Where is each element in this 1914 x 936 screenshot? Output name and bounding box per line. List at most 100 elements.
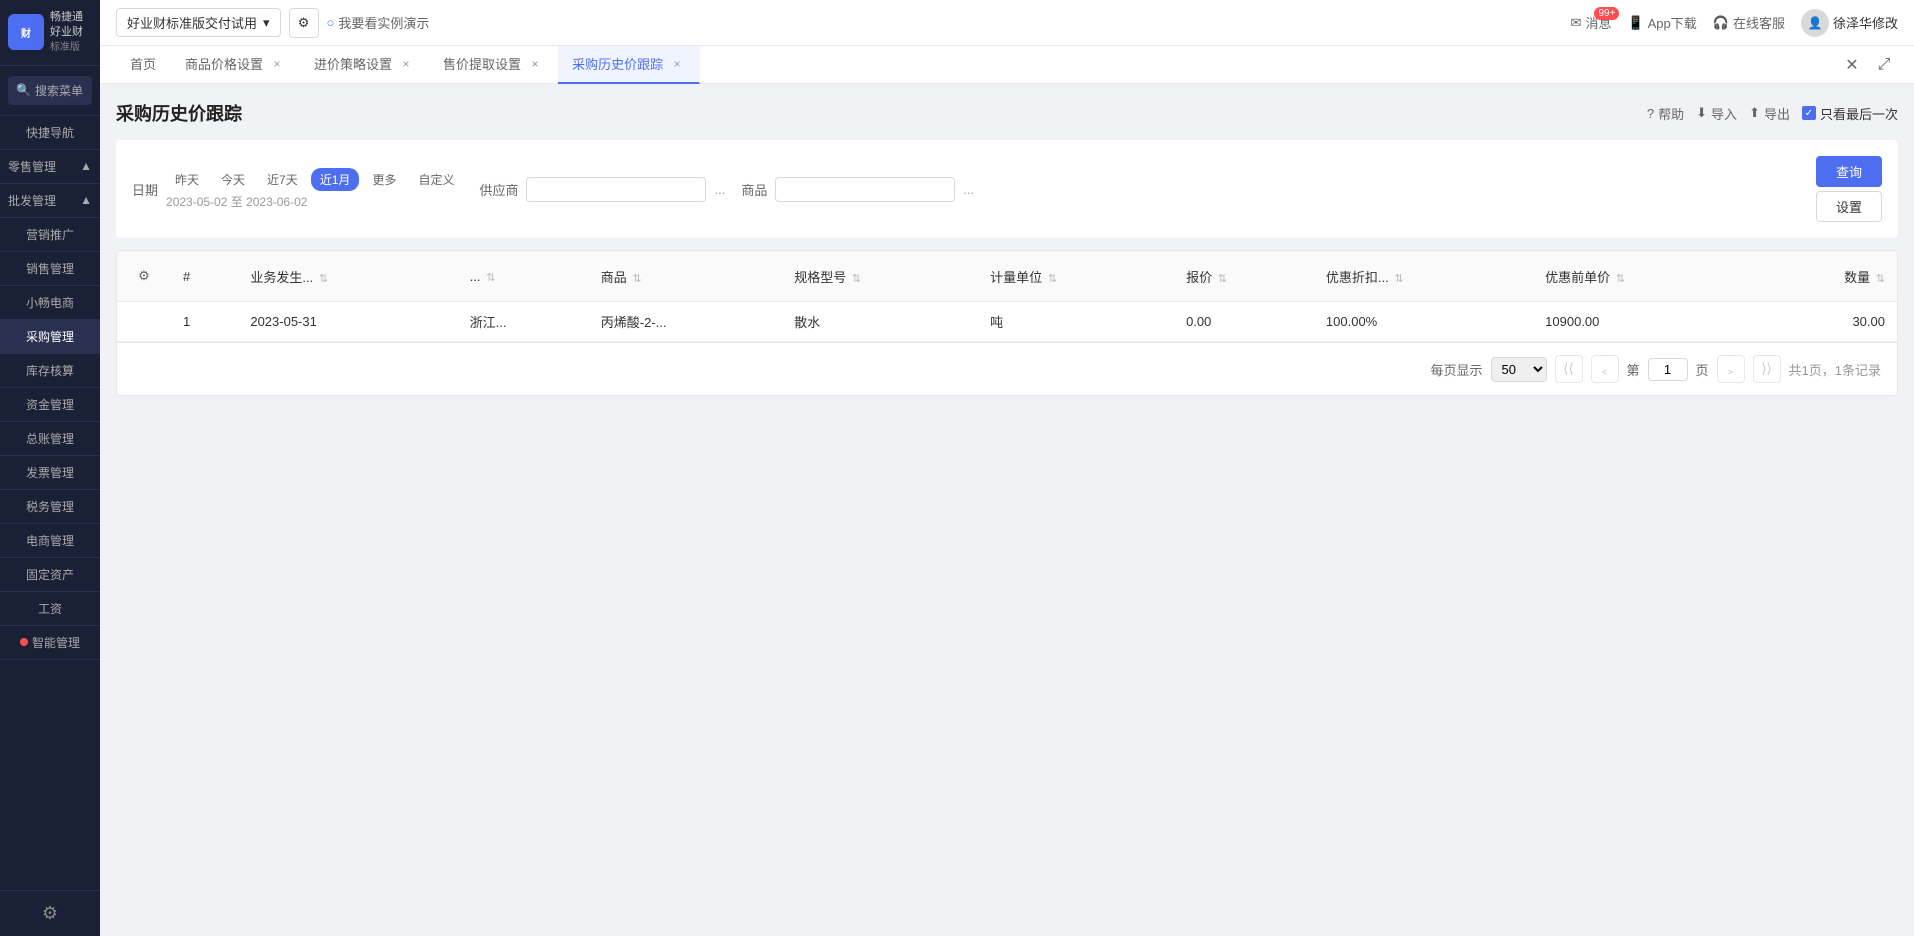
help-button[interactable]: ? 帮助 — [1647, 104, 1684, 123]
demo-icon: ○ — [327, 15, 335, 30]
tab-close-purchase-strategy[interactable]: × — [398, 56, 414, 72]
user-area[interactable]: 👤 徐泽华修改 — [1801, 9, 1898, 37]
col-quantity[interactable]: 数量 ⇅ — [1757, 251, 1897, 302]
filter-row: 日期 昨天 今天 近7天 近1月 更多 自定义 2023-05-02 至 202… — [132, 156, 1882, 222]
topbar: 好业财标准版交付试用 ▾ ⚙ ○ 我要看实例演示 ✉ 消息 99+ 📱 App下… — [100, 0, 1914, 46]
messages-button[interactable]: ✉ 消息 99+ — [1571, 13, 1612, 32]
date-filter-group: 日期 昨天 今天 近7天 近1月 更多 自定义 2023-05-02 至 202… — [132, 168, 463, 210]
sidebar-item-sales[interactable]: 销售管理 — [0, 252, 100, 286]
col-price[interactable]: 报价 ⇅ — [1174, 251, 1314, 302]
date-range-display: 2023-05-02 至 2023-06-02 — [166, 193, 463, 210]
tabs-expand-button[interactable]: ⤢ — [1870, 51, 1898, 79]
cell-unit: 吨 — [978, 302, 1174, 342]
date-btn-yesterday[interactable]: 昨天 — [166, 168, 208, 191]
search-icon: 🔍 — [16, 83, 31, 97]
sort-icon: ⇅ — [1616, 273, 1625, 285]
page-first-button[interactable]: ⟨⟨ — [1555, 355, 1583, 383]
online-service-button[interactable]: 🎧 在线客服 — [1713, 13, 1785, 32]
date-btn-custom[interactable]: 自定义 — [409, 168, 463, 191]
date-btn-1month[interactable]: 近1月 — [311, 168, 360, 191]
date-btn-today[interactable]: 今天 — [212, 168, 254, 191]
col-settings-icon[interactable]: ⚙ — [129, 261, 159, 291]
smart-dot-icon — [20, 638, 28, 646]
sidebar-item-ledger[interactable]: 总账管理 — [0, 422, 100, 456]
tab-home[interactable]: 首页 — [116, 46, 171, 84]
sidebar-search-area: 🔍 搜索菜单 — [0, 66, 100, 116]
topbar-settings-button[interactable]: ⚙ — [289, 8, 319, 38]
page-number-input[interactable] — [1648, 358, 1688, 381]
sidebar-item-purchase[interactable]: 采购管理 — [0, 320, 100, 354]
sidebar-item-quick-nav[interactable]: 快捷导航 — [0, 116, 100, 150]
sidebar-item-inventory[interactable]: 库存核算 — [0, 354, 100, 388]
demo-button[interactable]: ○ 我要看实例演示 — [327, 13, 430, 32]
pagination-bar: 每页显示 50 10 20 100 ⟨⟨ ﹤ 第 页 ﹥ ⟩⟩ 共1页，1条记录 — [117, 342, 1897, 395]
page-header: 采购历史价跟踪 ? 帮助 ⬇ 导入 ⬆ 导出 只看最后一次 — [116, 100, 1898, 126]
filter-settings-button[interactable]: 设置 — [1816, 191, 1882, 222]
page-header-actions: ? 帮助 ⬇ 导入 ⬆ 导出 只看最后一次 — [1647, 104, 1898, 123]
sidebar-item-smart[interactable]: 智能管理 — [0, 626, 100, 660]
search-menu-button[interactable]: 🔍 搜索菜单 — [8, 76, 92, 105]
date-btn-7days[interactable]: 近7天 — [258, 168, 307, 191]
sidebar-item-marketing[interactable]: 营销推广 — [0, 218, 100, 252]
page-size-select[interactable]: 50 10 20 100 — [1491, 357, 1547, 382]
page-content: 采购历史价跟踪 ? 帮助 ⬇ 导入 ⬆ 导出 只看最后一次 — [100, 84, 1914, 936]
tabs-close-button[interactable]: ✕ — [1838, 51, 1866, 79]
topbar-right: ✉ 消息 99+ 📱 App下载 🎧 在线客服 👤 徐泽华修改 — [1571, 9, 1898, 37]
page-next-button[interactable]: ﹥ — [1717, 355, 1745, 383]
sidebar-item-invoice[interactable]: 发票管理 — [0, 456, 100, 490]
product-filter-label: 商品 — [741, 180, 767, 199]
version-label: 好业财标准版交付试用 — [127, 13, 257, 32]
tab-product-price[interactable]: 商品价格设置 × — [171, 46, 300, 84]
cell-price: 0.00 — [1174, 302, 1314, 342]
version-selector[interactable]: 好业财标准版交付试用 ▾ — [116, 8, 281, 37]
sidebar-item-ecommerce[interactable]: 电商管理 — [0, 524, 100, 558]
tab-sale-price[interactable]: 售价提取设置 × — [429, 46, 558, 84]
date-filter-label: 日期 — [132, 180, 158, 199]
tab-close-purchase-history[interactable]: × — [669, 56, 685, 72]
page-last-button[interactable]: ⟩⟩ — [1753, 355, 1781, 383]
col-product[interactable]: 商品 ⇅ — [589, 251, 782, 302]
col-discount-price[interactable]: 优惠前单价 ⇅ — [1533, 251, 1757, 302]
date-buttons: 昨天 今天 近7天 近1月 更多 自定义 — [166, 168, 463, 191]
sort-icon: ⇅ — [1218, 273, 1227, 285]
checkbox-icon — [1802, 106, 1816, 120]
main-area: 好业财标准版交付试用 ▾ ⚙ ○ 我要看实例演示 ✉ 消息 99+ 📱 App下… — [100, 0, 1914, 936]
sidebar-item-tax[interactable]: 税务管理 — [0, 490, 100, 524]
tab-purchase-history[interactable]: 采购历史价跟踪 × — [558, 46, 700, 84]
query-button[interactable]: 查询 — [1816, 156, 1882, 187]
app-download-button[interactable]: 📱 App下载 — [1627, 13, 1696, 32]
cell-discount-price: 10900.00 — [1533, 302, 1757, 342]
export-button[interactable]: ⬆ 导出 — [1749, 104, 1790, 123]
supplier-input[interactable] — [526, 177, 706, 202]
supplier-dots[interactable]: ... — [714, 182, 725, 197]
col-spec[interactable]: 规格型号 ⇅ — [782, 251, 978, 302]
import-button[interactable]: ⬇ 导入 — [1696, 104, 1737, 123]
sort-icon: ⇅ — [852, 273, 861, 285]
col-extra[interactable]: ... ⇅ — [458, 251, 589, 302]
sidebar-item-salary[interactable]: 工资 — [0, 592, 100, 626]
settings-icon[interactable]: ⚙ — [42, 903, 58, 924]
sidebar-item-wholesale[interactable]: 批发管理 ▲ — [0, 184, 100, 218]
product-dots[interactable]: ... — [963, 182, 974, 197]
col-date[interactable]: 业务发生... ⇅ — [238, 251, 457, 302]
logo-icon: 财 — [8, 14, 44, 50]
logo-subtitle: 标准版 — [50, 41, 92, 55]
date-btn-more[interactable]: 更多 — [363, 168, 405, 191]
sidebar-item-fixed-assets[interactable]: 固定资产 — [0, 558, 100, 592]
message-icon: ✉ — [1571, 15, 1582, 31]
col-unit[interactable]: 计量单位 ⇅ — [978, 251, 1174, 302]
sidebar-item-finance[interactable]: 资金管理 — [0, 388, 100, 422]
tab-close-product-price[interactable]: × — [269, 56, 285, 72]
sidebar-item-ecommerce-small[interactable]: 小畅电商 — [0, 286, 100, 320]
only-last-checkbox[interactable]: 只看最后一次 — [1802, 104, 1898, 123]
export-icon: ⬆ — [1749, 105, 1760, 121]
product-input[interactable] — [775, 177, 955, 202]
sidebar-item-retail[interactable]: 零售管理 ▲ — [0, 150, 100, 184]
page-prev-button[interactable]: ﹤ — [1591, 355, 1619, 383]
user-name: 徐泽华修改 — [1833, 13, 1898, 32]
tab-close-sale-price[interactable]: × — [527, 56, 543, 72]
tab-purchase-strategy[interactable]: 进价策略设置 × — [300, 46, 429, 84]
col-discount-pct[interactable]: 优惠折扣... ⇅ — [1314, 251, 1533, 302]
product-filter-group: 商品 ... — [741, 177, 974, 202]
sidebar-settings-area: ⚙ — [0, 890, 100, 936]
